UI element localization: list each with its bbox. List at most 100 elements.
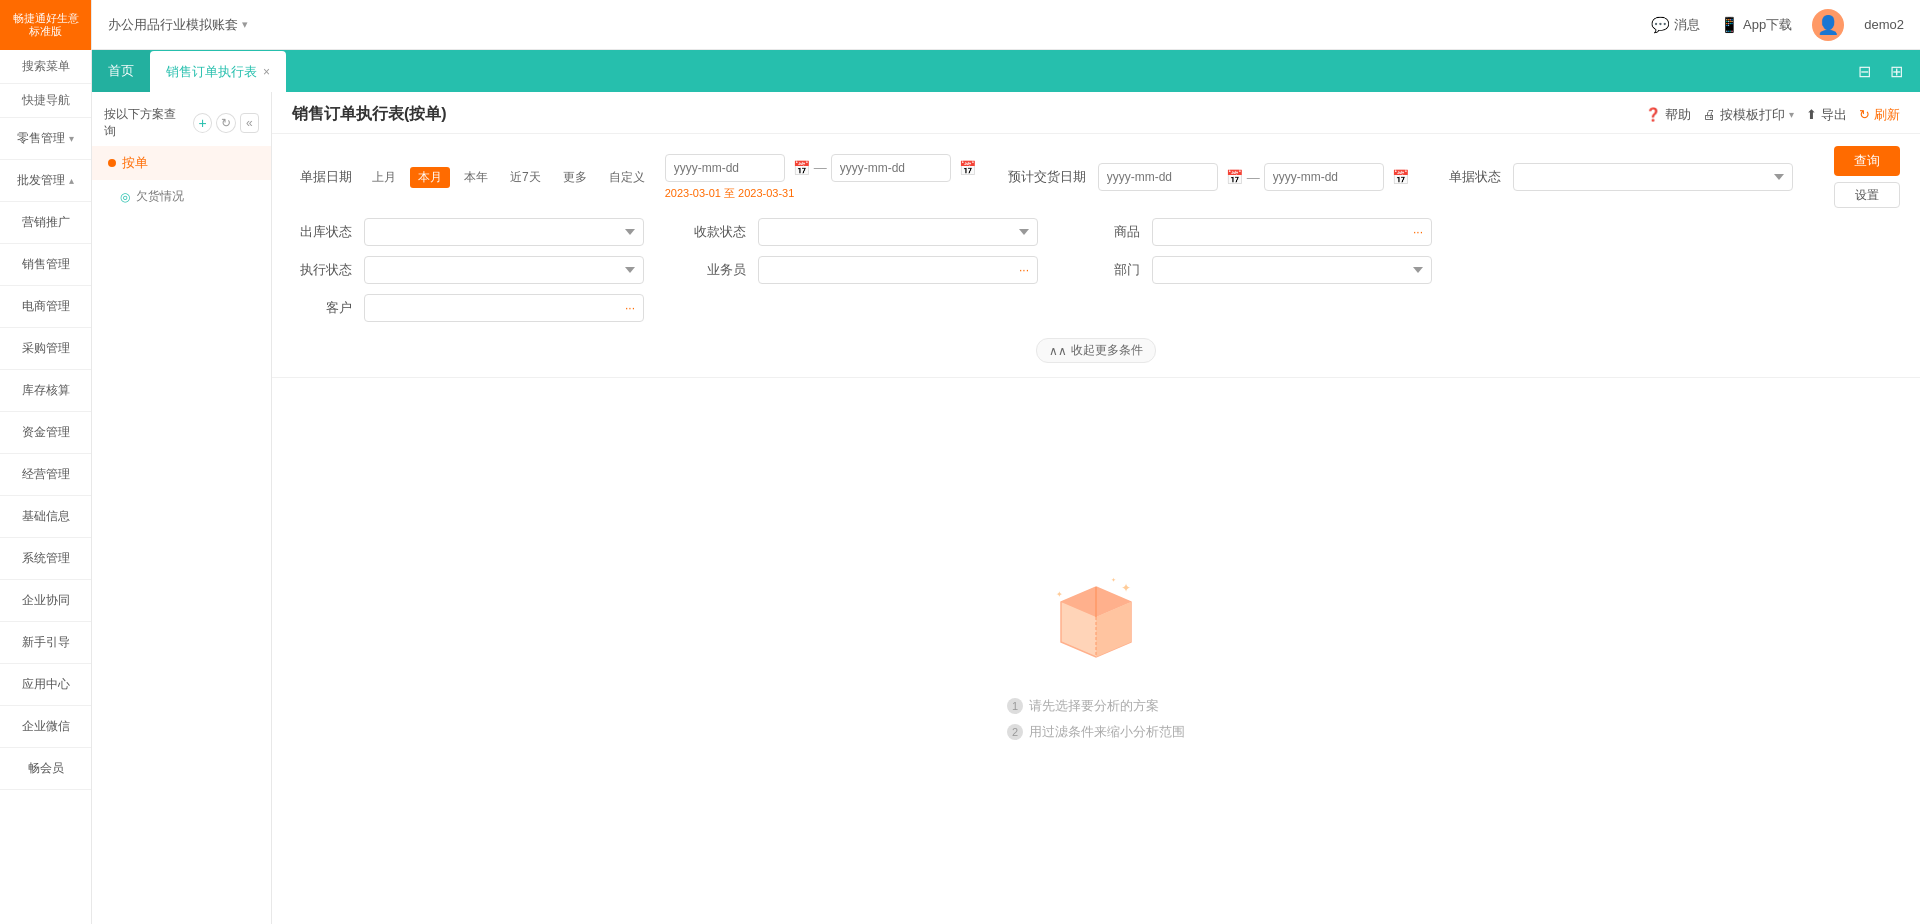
sidebar-item-sales[interactable]: 销售管理 [0,244,91,286]
calendar-exp-to-icon[interactable]: 📅 [1392,169,1409,185]
customer-input[interactable]: ··· [364,294,644,322]
avatar-img: 👤 [1817,14,1839,36]
sub-scheme-label: 欠货情况 [136,188,184,205]
sidebar-item-label: 批发管理 [17,172,65,189]
app-download-button[interactable]: 📱 App下载 [1720,16,1792,34]
order-status-select[interactable] [1513,163,1793,191]
main-area: 办公用品行业模拟账套 ▾ 💬 消息 📱 App下载 👤 demo2 首页 销售订… [92,0,1920,924]
expected-date-label: 预计交货日期 [1008,168,1086,186]
tab-maximize-button[interactable]: ⊞ [1884,59,1908,83]
tip-num-2: 2 [1007,724,1023,740]
query-button[interactable]: 查询 [1834,146,1900,176]
app-download-label: App下载 [1743,16,1792,34]
dots-icon: ··· [1413,225,1423,239]
tip-num-1: 1 [1007,698,1023,714]
expected-date-to-input[interactable] [1264,163,1384,191]
date-to-input[interactable] [831,154,951,182]
date-tab-7days[interactable]: 近7天 [502,167,549,188]
warehouse-status-select[interactable] [364,218,644,246]
salesperson-dots-icon: ··· [1019,263,1029,277]
scheme-item-shortage[interactable]: ◎ 欠货情况 [92,180,271,213]
inner-layout: 按以下方案查询 + ↻ « 按单 ◎ 欠货情况 [92,92,1920,924]
sidebar-item-finance[interactable]: 资金管理 [0,412,91,454]
refresh-scheme-button[interactable]: ↻ [216,113,235,133]
filter-row-3: 执行状态 业务员 ··· 部门 [292,256,1900,284]
date-tab-thismonth[interactable]: 本月 [410,167,450,188]
date-tab-thisyear[interactable]: 本年 [456,167,496,188]
help-button[interactable]: ❓ 帮助 [1645,106,1691,124]
empty-tips: 1 请先选择要分析的方案 2 用过滤条件来缩小分析范围 [1007,693,1185,745]
calendar-to-icon[interactable]: 📅 [959,160,976,176]
print-chevron: ▾ [1789,109,1794,120]
date-from-input[interactable] [665,154,785,182]
payment-status-select[interactable] [758,218,1038,246]
sidebar-item-system[interactable]: 系统管理 [0,538,91,580]
left-panel-header: 按以下方案查询 + ↻ « [92,100,271,146]
page-content: 按以下方案查询 + ↻ « 按单 ◎ 欠货情况 [92,92,1920,924]
sidebar-item-appstore[interactable]: 应用中心 [0,664,91,706]
scheme-label: 按单 [122,154,148,172]
empty-illustration: ✦ ✦ ✦ [1036,557,1156,677]
tab-home-label: 首页 [108,62,134,80]
exec-status-select[interactable] [364,256,644,284]
salesperson-input[interactable]: ··· [758,256,1038,284]
sidebar-item-purchase[interactable]: 采购管理 [0,328,91,370]
svg-text:✦: ✦ [1056,590,1063,599]
sidebar-item-label: 系统管理 [22,550,70,567]
calendar-exp-from-icon[interactable]: 📅 [1226,169,1243,185]
tab-minimize-button[interactable]: ⊟ [1852,59,1876,83]
sidebar-item-cooperation[interactable]: 企业协同 [0,580,91,622]
user-avatar[interactable]: 👤 [1812,9,1844,41]
refresh-label: 刷新 [1874,106,1900,124]
department-select[interactable] [1152,256,1432,284]
sidebar-item-newuser[interactable]: 新手引导 [0,622,91,664]
goods-input[interactable]: ··· [1152,218,1432,246]
sidebar-item-inventory[interactable]: 库存核算 [0,370,91,412]
date-tab-more[interactable]: 更多 [555,167,595,188]
tab-controls: ⊟ ⊞ [1852,59,1920,83]
collapse-button[interactable]: ∧∧ 收起更多条件 [1036,338,1156,363]
calendar-from-icon[interactable]: 📅 [793,160,810,176]
collapse-arrow-icon: ∧∧ [1049,344,1067,358]
messages-button[interactable]: 💬 消息 [1651,16,1700,34]
scheme-item-order[interactable]: 按单 [92,146,271,180]
department-label: 部门 [1080,261,1140,279]
messages-label: 消息 [1674,16,1700,34]
collapse-panel-button[interactable]: « [240,113,259,133]
date-sep: — [814,160,827,175]
tab-close-icon[interactable]: × [263,65,270,79]
customer-label: 客户 [292,299,352,317]
filter-section: 单据日期 上月 本月 本年 近7天 更多 自定义 📅 [272,134,1920,378]
active-dot [108,159,116,167]
sidebar: 畅捷通好生意 标准版 搜索菜单 快捷导航 零售管理 ▾ 批发管理 ▴ 营销推广 … [0,0,92,924]
date-label: 单据日期 [292,168,352,186]
tip-item-2: 2 用过滤条件来缩小分析范围 [1007,719,1185,745]
sidebar-item-ecommerce[interactable]: 电商管理 [0,286,91,328]
sidebar-search[interactable]: 搜索菜单 [0,50,91,84]
sidebar-item-member[interactable]: 畅会员 [0,748,91,790]
settings-button[interactable]: 设置 [1834,182,1900,208]
account-selector[interactable]: 办公用品行业模拟账套 ▾ [108,16,248,34]
refresh-icon: ↻ [1859,107,1870,122]
sidebar-item-management[interactable]: 经营管理 [0,454,91,496]
tab-sales-order[interactable]: 销售订单执行表 × [150,51,286,93]
tab-home[interactable]: 首页 [92,50,150,92]
date-tab-custom[interactable]: 自定义 [601,167,653,188]
sidebar-item-wholesale[interactable]: 批发管理 ▴ [0,160,91,202]
help-icon: ❓ [1645,107,1661,122]
export-button[interactable]: ⬆ 导出 [1806,106,1847,124]
expected-date-from-input[interactable] [1098,163,1218,191]
sidebar-item-label: 库存核算 [22,382,70,399]
refresh-icon: ↻ [221,116,231,130]
sidebar-item-label: 营销推广 [22,214,70,231]
sidebar-item-marketing[interactable]: 营销推广 [0,202,91,244]
add-scheme-button[interactable]: + [193,113,212,133]
print-button[interactable]: 🖨 按模板打印 ▾ [1703,106,1794,124]
sidebar-item-label: 畅会员 [28,760,64,777]
sidebar-item-retail[interactable]: 零售管理 ▾ [0,118,91,160]
sidebar-item-wechat[interactable]: 企业微信 [0,706,91,748]
date-tab-lastmonth[interactable]: 上月 [364,167,404,188]
sidebar-quicknav[interactable]: 快捷导航 [0,84,91,118]
sidebar-item-basics[interactable]: 基础信息 [0,496,91,538]
refresh-button[interactable]: ↻ 刷新 [1859,106,1900,124]
